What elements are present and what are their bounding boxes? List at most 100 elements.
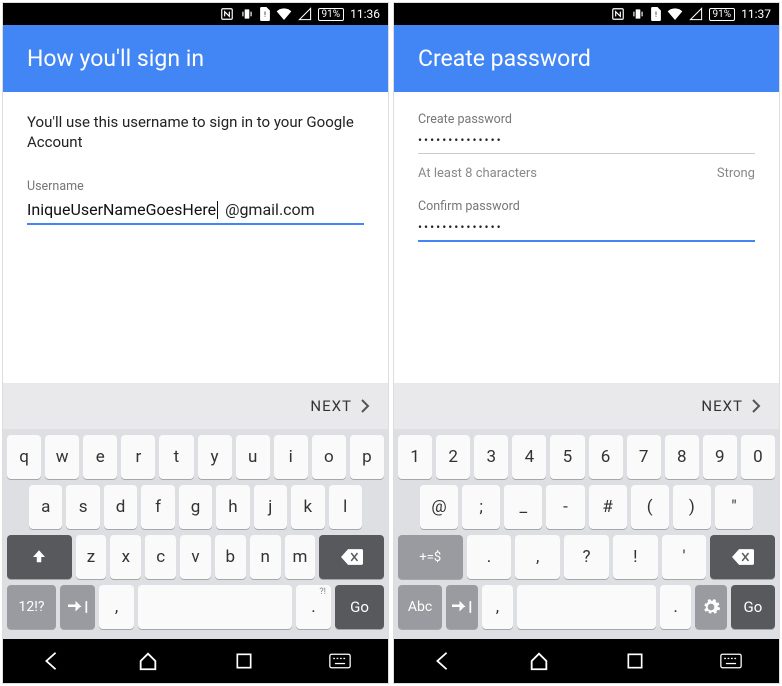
key-.[interactable]: . — [467, 535, 512, 579]
go-key[interactable]: Go — [335, 585, 384, 629]
key-#[interactable]: # — [589, 485, 627, 529]
key-w[interactable]: w — [45, 435, 79, 479]
key-@[interactable]: @ — [420, 485, 458, 529]
key-9[interactable]: 9 — [703, 435, 737, 479]
keyboard-toggle-icon[interactable] — [329, 653, 351, 669]
next-button[interactable]: NEXT — [394, 383, 779, 429]
back-icon[interactable] — [40, 650, 62, 672]
key-m[interactable]: m — [285, 535, 316, 579]
key-'[interactable]: ' — [662, 535, 707, 579]
tab-key[interactable] — [60, 585, 95, 629]
period-key[interactable]: . — [660, 585, 692, 629]
key-z[interactable]: z — [76, 535, 107, 579]
key-7[interactable]: 7 — [627, 435, 661, 479]
next-label: NEXT — [701, 397, 743, 415]
tab-key[interactable] — [446, 585, 478, 629]
key-d[interactable]: d — [104, 485, 137, 529]
key-r[interactable]: r — [121, 435, 155, 479]
more-symbols-key[interactable]: +=$ — [398, 535, 463, 579]
key-8[interactable]: 8 — [665, 435, 699, 479]
key-_[interactable]: _ — [504, 485, 542, 529]
key-q[interactable]: q — [7, 435, 41, 479]
key-row-2: asdfghjkl — [7, 485, 384, 529]
key-v[interactable]: v — [180, 535, 211, 579]
key-row-4: 12!? , .?! Go — [7, 585, 384, 629]
clock: 11:36 — [350, 7, 380, 21]
next-button[interactable]: NEXT — [3, 383, 388, 429]
svg-text:!: ! — [264, 10, 266, 19]
nfc-icon — [220, 7, 234, 21]
confirm-password-input[interactable]: •••••••••••••• — [418, 220, 755, 242]
username-value: IniqueUserNameGoesHere — [27, 200, 219, 220]
key-g[interactable]: g — [179, 485, 212, 529]
backspace-key[interactable] — [319, 535, 384, 579]
page-title: How you'll sign in — [3, 25, 388, 92]
key-j[interactable]: j — [254, 485, 287, 529]
key-4[interactable]: 4 — [512, 435, 546, 479]
key-f[interactable]: f — [141, 485, 174, 529]
key-y[interactable]: y — [198, 435, 232, 479]
vibrate-icon — [631, 7, 645, 21]
key-![interactable]: ! — [613, 535, 658, 579]
sim-icon: ! — [260, 7, 270, 21]
key-n[interactable]: n — [250, 535, 281, 579]
key-p[interactable]: p — [350, 435, 384, 479]
key-([interactable]: ( — [631, 485, 669, 529]
key--[interactable]: - — [546, 485, 584, 529]
key-6[interactable]: 6 — [589, 435, 623, 479]
key-e[interactable]: e — [83, 435, 117, 479]
home-icon[interactable] — [528, 650, 550, 672]
recent-icon[interactable] — [625, 651, 645, 671]
key-u[interactable]: u — [236, 435, 270, 479]
comma-key[interactable]: , — [482, 585, 514, 629]
android-nav-bar — [3, 639, 388, 683]
recent-icon[interactable] — [234, 651, 254, 671]
key-o[interactable]: o — [312, 435, 346, 479]
key-2[interactable]: 2 — [436, 435, 470, 479]
key-0[interactable]: 0 — [741, 435, 775, 479]
key-5[interactable]: 5 — [550, 435, 584, 479]
keyboard-toggle-icon[interactable] — [720, 653, 742, 669]
create-password-label: Create password — [418, 112, 755, 127]
key-a[interactable]: a — [29, 485, 62, 529]
key-;[interactable]: ; — [462, 485, 500, 529]
comma-key[interactable]: , — [99, 585, 134, 629]
wifi-icon — [276, 7, 292, 21]
key-k[interactable]: k — [291, 485, 324, 529]
symbols-key[interactable]: 12!? — [7, 585, 56, 629]
letters-key[interactable]: Abc — [398, 585, 442, 629]
back-icon[interactable] — [431, 650, 453, 672]
key-b[interactable]: b — [215, 535, 246, 579]
vibrate-icon — [240, 7, 254, 21]
space-key[interactable] — [517, 585, 656, 629]
period-key[interactable]: .?! — [296, 585, 331, 629]
go-key[interactable]: Go — [731, 585, 775, 629]
create-password-input[interactable]: •••••••••••••• — [418, 133, 755, 154]
key-1[interactable]: 1 — [398, 435, 432, 479]
key-t[interactable]: t — [159, 435, 193, 479]
svg-text:!: ! — [655, 10, 657, 19]
key-i[interactable]: i — [274, 435, 308, 479]
backspace-key[interactable] — [710, 535, 775, 579]
key-c[interactable]: c — [145, 535, 176, 579]
key-l[interactable]: l — [329, 485, 362, 529]
key-row-3: zxcvbnm — [7, 535, 384, 579]
shift-key[interactable] — [7, 535, 72, 579]
password-strength: Strong — [717, 166, 755, 181]
key-"[interactable]: " — [715, 485, 753, 529]
key-x[interactable]: x — [110, 535, 141, 579]
subtitle-text: You'll use this username to sign in to y… — [27, 112, 364, 153]
key-?[interactable]: ? — [564, 535, 609, 579]
key-row-1: qwertyuiop — [7, 435, 384, 479]
username-input[interactable]: IniqueUserNameGoesHere @gmail.com — [27, 200, 364, 226]
key-,[interactable]: , — [515, 535, 560, 579]
key-row-2: @;_-#()" — [398, 485, 775, 529]
home-icon[interactable] — [137, 650, 159, 672]
key-h[interactable]: h — [216, 485, 249, 529]
settings-key[interactable] — [695, 585, 727, 629]
key-s[interactable]: s — [66, 485, 99, 529]
key-3[interactable]: 3 — [474, 435, 508, 479]
space-key[interactable] — [138, 585, 292, 629]
key-)[interactable]: ) — [673, 485, 711, 529]
status-bar: ! 91% 11:37 — [394, 3, 779, 25]
